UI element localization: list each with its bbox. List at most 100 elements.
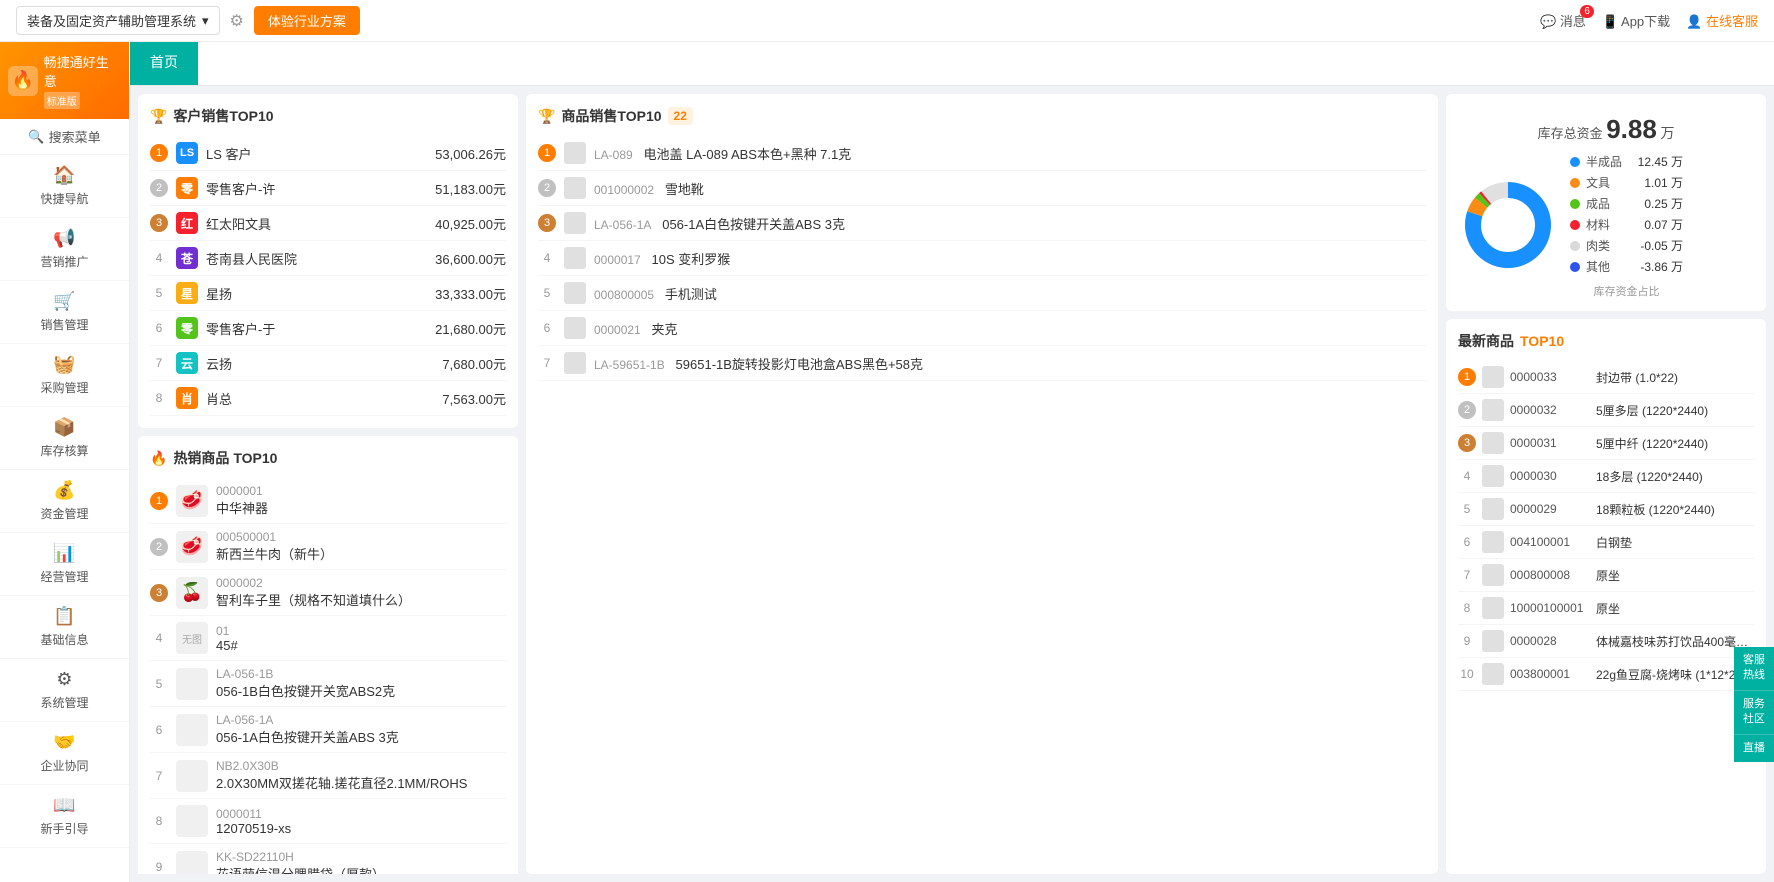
customer-name: 零售客户-许 [206, 179, 427, 198]
table-row: 6 0000021 夹克 [538, 311, 1426, 346]
sidebar-item-newbie[interactable]: 📖 新手引导 [0, 785, 129, 848]
product-icon [1482, 366, 1504, 388]
product-name: 智利车子里（规格不知道填什么） [216, 590, 506, 609]
product-info: KK-SD22110H 花语萌信温分腮腊袋（厚款） [216, 850, 506, 874]
notification-badge: 6 [1580, 5, 1594, 18]
trophy-icon: 🏆 [150, 108, 167, 125]
rank-number: 1 [150, 144, 168, 162]
table-row: 3 红 红太阳文具 40,925.00元 [150, 206, 506, 241]
sidebar-item-marketing[interactable]: 📢 营销推广 [0, 218, 129, 281]
customer-name: 红太阳文具 [206, 214, 427, 233]
inventory-icon: 📦 [53, 417, 75, 438]
product-icon [564, 282, 586, 304]
product-code: LA-056-1B [216, 667, 506, 681]
product-icon [564, 142, 586, 164]
content-tabs: 首页 [130, 42, 1774, 86]
product-code: 000500001 [216, 530, 506, 544]
customer-ranking-table: 1 LS LS 客户 53,006.26元 2 零 零售客户-许 51,183.… [150, 136, 506, 416]
online-service-button[interactable]: 👤 在线客服 [1686, 11, 1758, 30]
legend-value: 0.25 万 [1628, 195, 1683, 212]
legend-value: -0.05 万 [1628, 237, 1683, 254]
customer-amount: 51,183.00元 [435, 179, 506, 198]
header-left: 装备及固定资产辅助管理系统 ▾ ⚙ 体验行业方案 [16, 6, 360, 35]
sidebar-item-basic[interactable]: 📋 基础信息 [0, 596, 129, 659]
avatar: 零 [176, 317, 198, 339]
sidebar-sales-label: 销售管理 [40, 316, 88, 333]
hot-icon: 🔥 [150, 450, 167, 467]
table-row: 5 000800005 手机测试 [538, 276, 1426, 311]
content-area: 首页 🏆 客户销售TOP10 1 LS LS 客户 [130, 42, 1774, 882]
sidebar-item-search[interactable]: 🔍 搜索菜单 [0, 119, 129, 155]
list-item: 4 无图 01 45# [150, 616, 506, 661]
list-item: 7 000800008 原坐 [1458, 559, 1754, 592]
brand-badge: 标准版 [44, 92, 80, 109]
rank-number: 3 [150, 584, 168, 602]
product-image [176, 714, 208, 746]
sidebar-item-sales[interactable]: 🛒 销售管理 [0, 281, 129, 344]
inventory-legend: 半成品 12.45 万 文具 1.01 万 成品 0 [1570, 153, 1683, 299]
new-products-card: 最新商品 TOP10 1 0000033 封边带 (1.0*22) 2 0000… [1446, 319, 1766, 874]
product-icon [564, 247, 586, 269]
gear-icon[interactable]: ⚙ [230, 11, 244, 31]
sales-icon: 🛒 [53, 291, 75, 312]
rank-number: 4 [150, 631, 168, 645]
sidebar-item-inventory[interactable]: 📦 库存核算 [0, 407, 129, 470]
rank-number: 8 [150, 814, 168, 828]
product-icon [1482, 663, 1504, 685]
list-item: 8 10000100001 原坐 [1458, 592, 1754, 625]
rank-number: 1 [150, 492, 168, 510]
legend-dot [1570, 178, 1580, 188]
legend-value: 0.07 万 [1628, 216, 1683, 233]
legend-dot [1570, 220, 1580, 230]
goods-ranking-card: 🏆 商品销售TOP10 22 1 LA-089 电池盖 LA-089 ABS本色… [526, 94, 1438, 874]
notification-button[interactable]: 💬 消息 6 [1540, 11, 1586, 30]
sidebar-item-finance[interactable]: 💰 资金管理 [0, 470, 129, 533]
product-image [176, 851, 208, 875]
list-item: 5 0000029 18颗粒板 (1220*2440) [1458, 493, 1754, 526]
sidebar-item-system[interactable]: ⚙ 系统管理 [0, 659, 129, 722]
avatar: 肖 [176, 387, 198, 409]
system-selector[interactable]: 装备及固定资产辅助管理系统 ▾ [16, 6, 220, 35]
product-code: LA-056-1A [216, 713, 506, 727]
sidebar-item-operations[interactable]: 📊 经营管理 [0, 533, 129, 596]
sidebar-item-enterprise[interactable]: 🤝 企业协同 [0, 722, 129, 785]
product-icon [564, 317, 586, 339]
avatar: 苍 [176, 247, 198, 269]
legend-item: 成品 0.25 万 [1570, 195, 1683, 212]
float-service: 客服热线 服务社区 直播 [1734, 647, 1774, 762]
product-name: 5厘多层 (1220*2440) [1596, 402, 1754, 419]
brand-icon: 🔥 [8, 66, 38, 96]
sidebar-system-label: 系统管理 [40, 694, 88, 711]
rank-number: 5 [150, 286, 168, 300]
avatar: 云 [176, 352, 198, 374]
product-info: 0000001 中华神器 [216, 484, 506, 517]
list-item: 1 0000033 封边带 (1.0*22) [1458, 361, 1754, 394]
table-row: 6 零 零售客户-于 21,680.00元 [150, 311, 506, 346]
customer-name: LS 客户 [206, 144, 427, 163]
rank-number: 4 [538, 251, 556, 265]
right-panel: 库存总资金 9.88 万 [1446, 94, 1766, 874]
table-row: 7 LA-59651-1B 59651-1B旋转投影灯电池盒ABS黑色+58克 [538, 346, 1426, 381]
product-name: 2.0X30MM双搓花轴.搓花直径2.1MM/ROHS [216, 773, 506, 792]
rank-number: 8 [1458, 601, 1476, 615]
list-item: 3 🍒 0000002 智利车子里（规格不知道填什么） [150, 570, 506, 616]
live-button[interactable]: 直播 [1734, 735, 1774, 762]
product-info: NB2.0X30B 2.0X30MM双搓花轴.搓花直径2.1MM/ROHS [216, 759, 506, 792]
sidebar-item-purchase[interactable]: 🧺 采购管理 [0, 344, 129, 407]
sidebar-item-shortcut[interactable]: 🏠 快捷导航 [0, 155, 129, 218]
product-code: 003800001 [1510, 667, 1590, 681]
product-icon [1482, 531, 1504, 553]
product-image: 无图 [176, 622, 208, 654]
service-community-button[interactable]: 服务社区 [1734, 691, 1774, 735]
system-icon: ⚙ [56, 669, 72, 690]
customer-amount: 7,680.00元 [442, 354, 506, 373]
product-name: 原坐 [1596, 567, 1754, 584]
app-download-button[interactable]: 📱 App下载 [1602, 11, 1670, 30]
sidebar-inventory-label: 库存核算 [40, 442, 88, 459]
tab-home[interactable]: 首页 [130, 42, 198, 85]
inventory-label: 库存总资金 [1538, 126, 1603, 141]
customer-service-button[interactable]: 客服热线 [1734, 647, 1774, 691]
customer-name: 肖总 [206, 389, 434, 408]
list-item: 6 004100001 白钢垫 [1458, 526, 1754, 559]
trial-button[interactable]: 体验行业方案 [254, 6, 360, 35]
